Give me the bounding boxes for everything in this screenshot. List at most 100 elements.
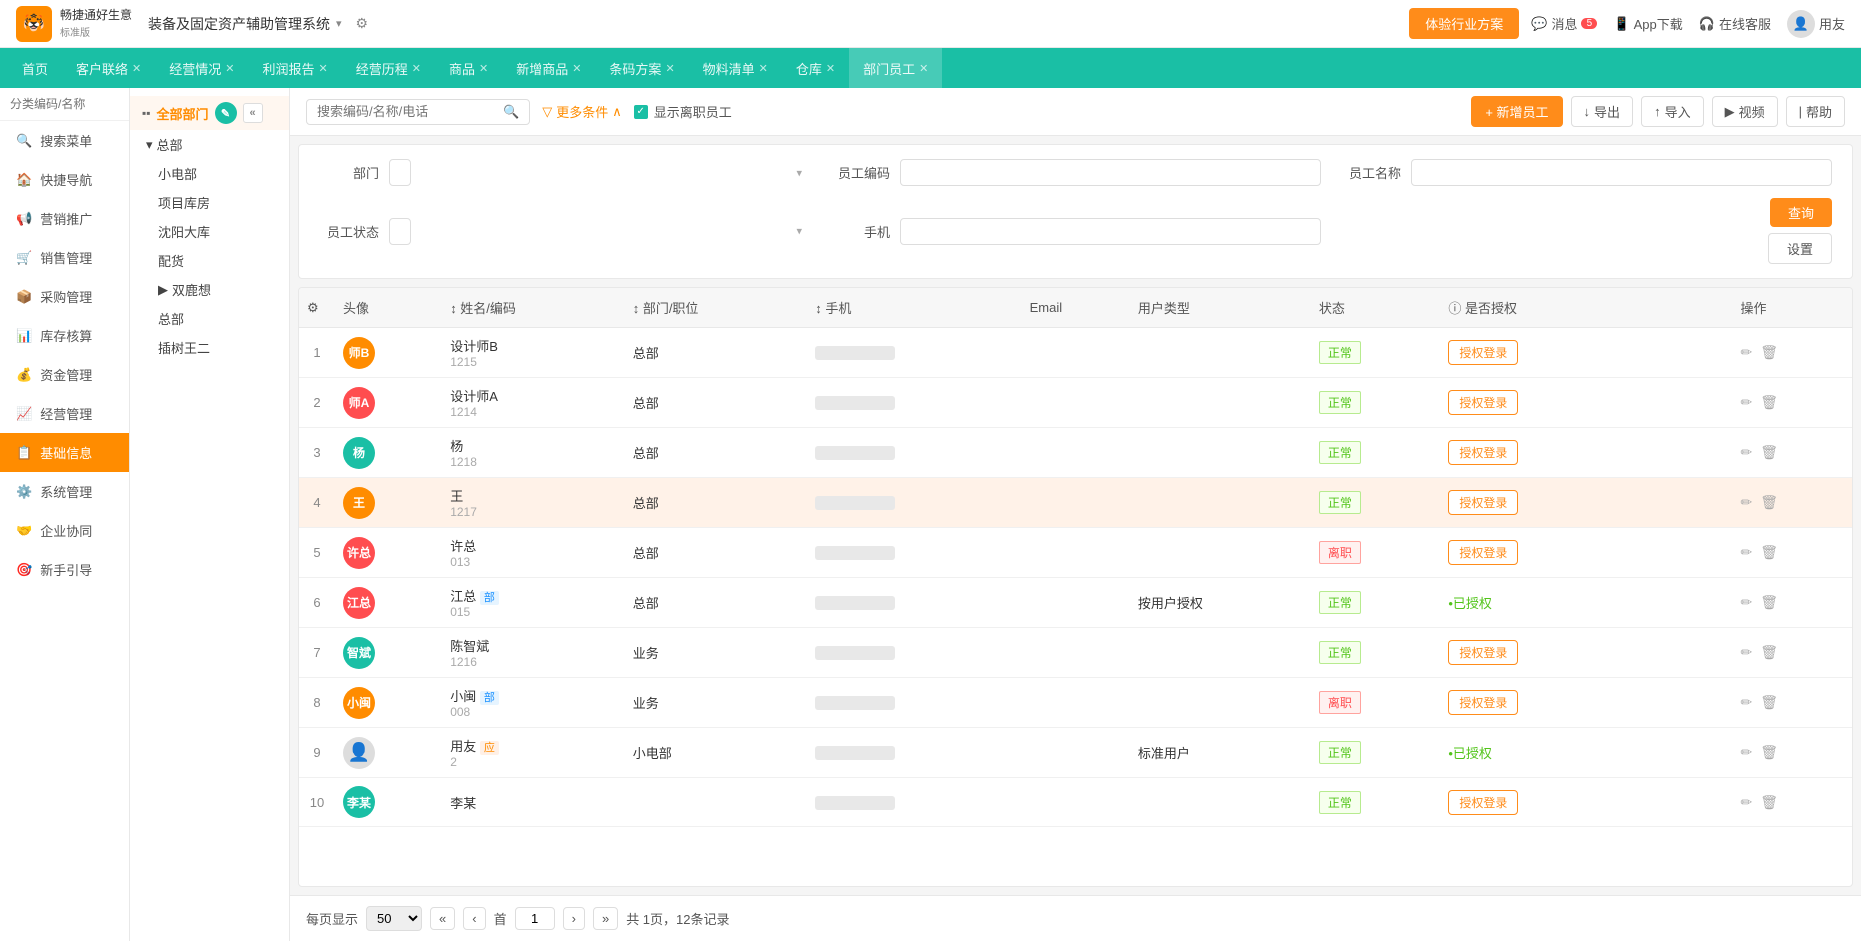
page-size-select[interactable]: 50 100 [366,906,422,931]
delete-icon[interactable]: 🗑 [1760,694,1778,711]
auth-btn[interactable]: 授权登录 [1448,440,1518,465]
emp-code-input[interactable] [900,159,1321,186]
col-phone[interactable]: ↕ 手机 [807,288,1021,328]
delete-icon[interactable]: 🗑 [1760,644,1778,661]
auth-btn[interactable]: 授权登录 [1448,640,1518,665]
help-btn[interactable]: | 帮助 [1786,96,1845,127]
close-icon[interactable]: ✕ [919,62,928,75]
delete-icon[interactable]: 🗑 [1760,444,1778,461]
search-input[interactable] [317,104,497,119]
close-icon[interactable]: ✕ [132,62,141,75]
dept-collapse-btn[interactable]: « [243,103,263,123]
edit-icon[interactable]: ✏ [1740,394,1752,411]
status-select[interactable] [389,218,411,245]
edit-icon[interactable]: ✏ [1740,494,1752,511]
nav-item-customer[interactable]: 客户联络 ✕ [62,48,155,88]
menu-item-finance[interactable]: 💰 资金管理 [0,355,129,394]
page-number-input[interactable] [515,907,555,930]
auth-btn[interactable]: 授权登录 [1448,340,1518,365]
settings-btn[interactable]: 设置 [1768,233,1832,264]
more-conditions-btn[interactable]: ▽ 更多条件 ∧ [542,102,622,121]
view-btn[interactable]: ▶ 视频 [1712,96,1778,127]
menu-item-guide[interactable]: 🎯 新手引导 [0,550,129,589]
auth-btn[interactable]: 授权登录 [1448,790,1518,815]
dept-tree-item-xiaodian[interactable]: 小电部 [130,159,289,188]
dept-tree-item-distribution[interactable]: 配货 [130,246,289,275]
menu-item-nav[interactable]: 🏠 快捷导航 [0,160,129,199]
settings-icon[interactable]: ⚙ [356,15,369,32]
edit-icon[interactable]: ✏ [1740,644,1752,661]
col-settings[interactable]: ⚙ [299,288,335,328]
close-icon[interactable]: ✕ [479,62,488,75]
online-service-btn[interactable]: 🎧 在线客服 [1699,14,1771,33]
close-icon[interactable]: ✕ [572,62,581,75]
edit-icon[interactable]: ✏ [1740,794,1752,811]
nav-item-warehouse[interactable]: 仓库 ✕ [782,48,849,88]
menu-item-inventory[interactable]: 📊 库存核算 [0,316,129,355]
auth-btn[interactable]: 授权登录 [1448,540,1518,565]
export-btn[interactable]: ↓ 导出 [1571,96,1634,127]
trial-btn[interactable]: 体验行业方案 [1409,8,1519,39]
last-page-btn[interactable]: » [593,907,618,930]
nav-item-home[interactable]: 首页 [8,48,62,88]
menu-item-collab[interactable]: 🤝 企业协同 [0,511,129,550]
nav-item-profit[interactable]: 利润报告 ✕ [248,48,341,88]
menu-item-purchase[interactable]: 📦 采购管理 [0,277,129,316]
search-btn[interactable]: 查询 [1770,198,1832,227]
dept-select[interactable] [389,159,411,186]
nav-item-operation[interactable]: 经营情况 ✕ [155,48,248,88]
menu-item-sales[interactable]: 🛒 销售管理 [0,238,129,277]
menu-item-system[interactable]: ⚙️ 系统管理 [0,472,129,511]
delete-icon[interactable]: 🗑 [1760,394,1778,411]
user-area[interactable]: 👤 用友 [1787,10,1845,38]
auth-btn[interactable]: 授权登录 [1448,490,1518,515]
nav-item-new-goods[interactable]: 新增商品 ✕ [502,48,595,88]
dept-tree-item-headquarter[interactable]: ▾ 总部 [130,130,289,159]
phone-input[interactable] [900,218,1321,245]
nav-item-bom[interactable]: 物料清单 ✕ [689,48,782,88]
app-download-btn[interactable]: 📱 App下载 [1613,14,1682,33]
edit-icon[interactable]: ✏ [1740,744,1752,761]
edit-icon[interactable]: ✏ [1740,694,1752,711]
delete-icon[interactable]: 🗑 [1760,494,1778,511]
auth-btn[interactable]: 授权登录 [1448,390,1518,415]
add-employee-btn[interactable]: + 新增员工 [1471,96,1562,127]
system-dropdown-icon[interactable]: ▾ [336,17,342,30]
delete-icon[interactable]: 🗑 [1760,544,1778,561]
edit-icon[interactable]: ✏ [1740,594,1752,611]
menu-item-search[interactable]: 🔍 搜索菜单 [0,121,129,160]
delete-icon[interactable]: 🗑 [1760,744,1778,761]
delete-icon[interactable]: 🗑 [1760,794,1778,811]
delete-icon[interactable]: 🗑 [1760,344,1778,361]
close-icon[interactable]: ✕ [225,62,234,75]
nav-item-barcode[interactable]: 条码方案 ✕ [595,48,688,88]
dept-tree-item-project[interactable]: 项目库房 [130,188,289,217]
dept-tree-item-insert[interactable]: 插树王二 [130,333,289,362]
dept-all-btn[interactable]: ▪▪ 全部部门 ✎ « [130,96,289,130]
emp-name-input[interactable] [1411,159,1832,186]
search-icon[interactable]: 🔍 [503,104,519,120]
menu-item-marketing[interactable]: 📢 营销推广 [0,199,129,238]
dept-tree-item-shenyang[interactable]: 沈阳大库 [130,217,289,246]
edit-icon[interactable]: ✏ [1740,344,1752,361]
dept-gear-icon[interactable]: ✎ [215,102,237,124]
first-page-btn[interactable]: « [430,907,455,930]
col-name[interactable]: ↕ 姓名/编码 [442,288,625,328]
menu-item-operation-mgmt[interactable]: 📈 经营管理 [0,394,129,433]
delete-icon[interactable]: 🗑 [1760,594,1778,611]
sidebar-search-input[interactable] [10,97,130,111]
close-icon[interactable]: ✕ [412,62,421,75]
col-dept[interactable]: ↕ 部门/职位 [625,288,808,328]
dept-tree-item-zongbu[interactable]: 总部 [130,304,289,333]
message-btn[interactable]: 💬 消息 5 [1531,14,1597,33]
close-icon[interactable]: ✕ [759,62,768,75]
nav-item-goods[interactable]: 商品 ✕ [435,48,502,88]
close-icon[interactable]: ✕ [319,62,328,75]
show-resigned-toggle[interactable]: ✓ 显示离职员工 [634,102,732,121]
menu-item-basic-info[interactable]: 📋 基础信息 [0,433,129,472]
import-btn[interactable]: ↑ 导入 [1641,96,1704,127]
auth-btn[interactable]: 授权登录 [1448,690,1518,715]
nav-item-dept[interactable]: 部门员工 ✕ [849,48,942,88]
prev-page-btn[interactable]: ‹ [463,907,485,930]
close-icon[interactable]: ✕ [826,62,835,75]
